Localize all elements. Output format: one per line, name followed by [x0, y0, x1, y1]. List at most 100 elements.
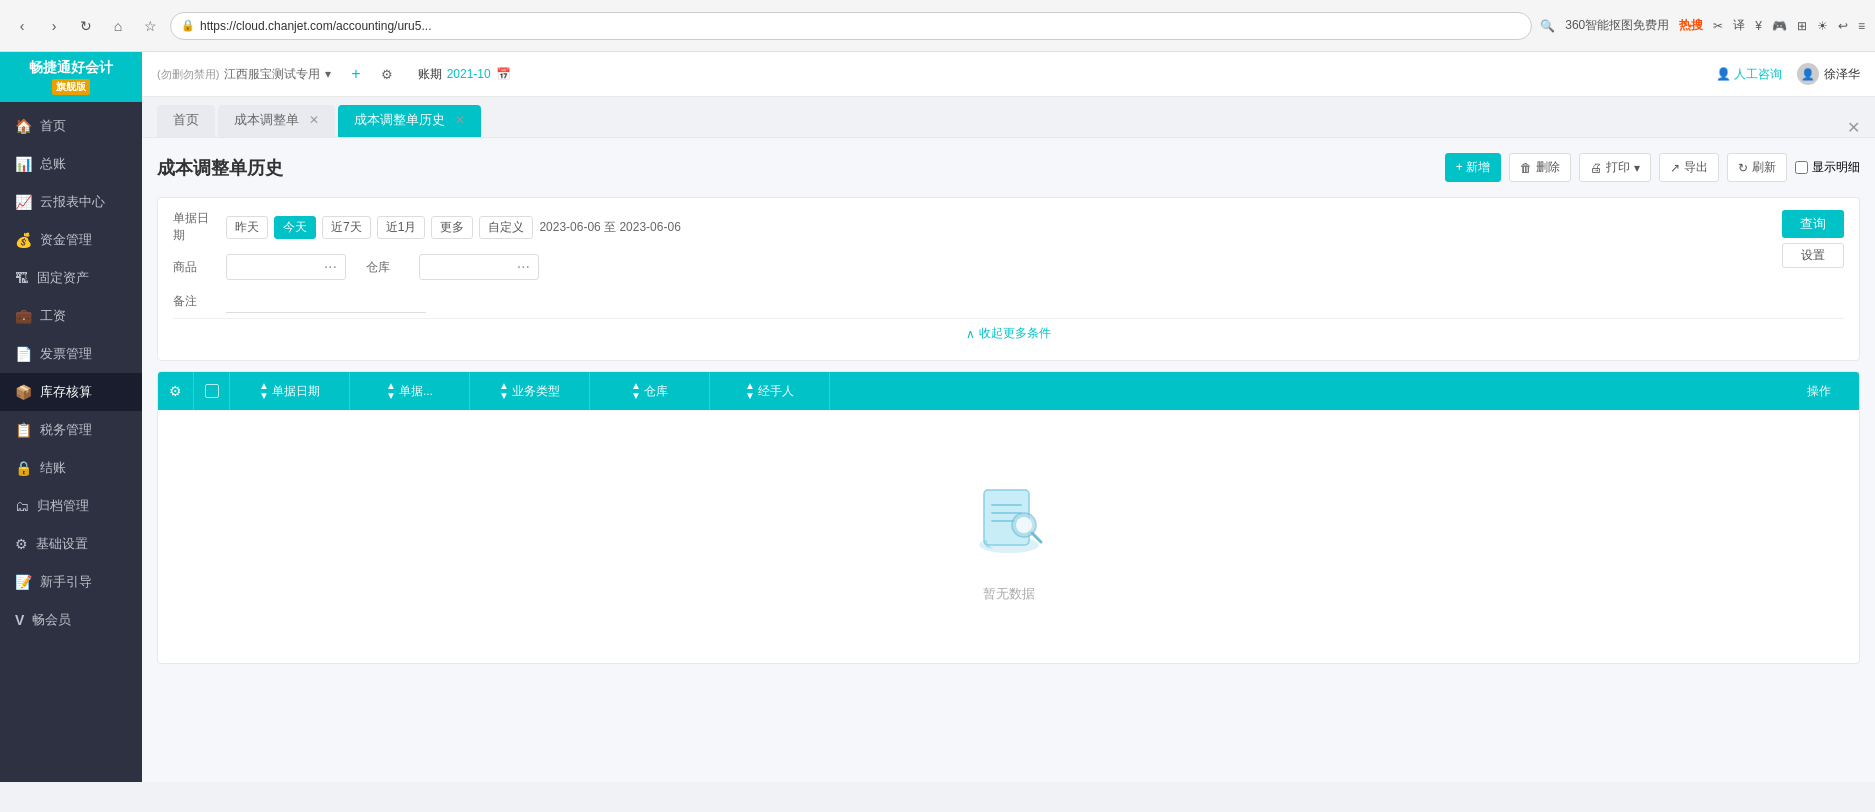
sidebar-item-label: 畅会员	[32, 611, 71, 629]
new-button[interactable]: + 新增	[1445, 153, 1501, 182]
warehouse-select[interactable]: ···	[419, 254, 539, 280]
page-title-bar: 成本调整单历史 + 新增 🗑 删除 🖨 打印 ▾ ↗ 导出	[157, 153, 1860, 182]
display-toggle-label: 显示明细	[1812, 159, 1860, 176]
avatar-icon: 👤	[1797, 63, 1819, 85]
tab-cost-adjust-history[interactable]: 成本调整单历史 ✕	[338, 105, 481, 137]
sidebar-item-label: 结账	[40, 459, 66, 477]
header-right: 👤 人工咨询 👤 徐泽华	[1716, 63, 1860, 85]
add-company-button[interactable]: +	[346, 65, 365, 83]
refresh-label: 刷新	[1752, 159, 1776, 176]
date-btn-custom[interactable]: 自定义	[479, 216, 533, 239]
sidebar-item-invoice[interactable]: 📄 发票管理	[0, 335, 142, 373]
date-col-label: 单据日期	[272, 383, 320, 400]
sidebar-item-vip[interactable]: V 畅会员	[0, 601, 142, 639]
sidebar-item-salary[interactable]: 💼 工资	[0, 297, 142, 335]
sidebar-item-archive[interactable]: 🗂 归档管理	[0, 487, 142, 525]
vip-icon: V	[15, 612, 24, 628]
browser-chrome: ‹ › ↻ ⌂ ☆ 🔒 https://cloud.chanjet.com/ac…	[0, 0, 1875, 52]
svg-point-7	[1016, 517, 1032, 533]
sidebar-item-inventory[interactable]: 📦 库存核算	[0, 373, 142, 411]
delete-button[interactable]: 🗑 删除	[1509, 153, 1571, 182]
operator-sort-icon: ▲▼	[745, 381, 755, 401]
sidebar-item-tax[interactable]: 📋 税务管理	[0, 411, 142, 449]
chevron-up-icon: ∧	[966, 327, 975, 341]
query-button[interactable]: 查询	[1782, 210, 1844, 238]
invoice-icon: 📄	[15, 346, 32, 362]
empty-text-label: 暂无数据	[983, 585, 1035, 603]
sidebar-item-home[interactable]: 🏠 首页	[0, 107, 142, 145]
sidebar-item-funds[interactable]: 💰 资金管理	[0, 221, 142, 259]
close-accounts-icon: 🔒	[15, 460, 32, 476]
table-date-header[interactable]: ▲▼ 单据日期	[230, 372, 350, 410]
setup-button[interactable]: 设置	[1782, 243, 1844, 268]
back-button[interactable]: ‹	[10, 14, 34, 38]
delete-label: 删除	[1536, 159, 1560, 176]
data-table: ⚙ ▲▼ 单据日期 ▲▼ 单据... ▲▼ 业务类型	[157, 371, 1860, 664]
refresh-button[interactable]: ↻	[74, 14, 98, 38]
table-operations-header: 操作	[1779, 372, 1859, 410]
display-toggle[interactable]: 显示明细	[1795, 159, 1860, 176]
app-header: (勿删勿禁用) 江西服宝测试专用 ▾ + ⚙ 账期 2021-10 📅 👤 人工…	[142, 52, 1875, 97]
date-btn-more[interactable]: 更多	[431, 216, 473, 239]
user-info[interactable]: 👤 徐泽华	[1797, 63, 1860, 85]
export-label: 导出	[1684, 159, 1708, 176]
sidebar-item-label: 税务管理	[40, 421, 92, 439]
note-input[interactable]	[226, 290, 426, 313]
page-body: 成本调整单历史 + 新增 🗑 删除 🖨 打印 ▾ ↗ 导出	[142, 138, 1875, 782]
table-gear-icon: ⚙	[169, 383, 182, 399]
period-label: 账期	[418, 66, 442, 83]
sidebar-item-label: 库存核算	[40, 383, 92, 401]
refresh-button[interactable]: ↻ 刷新	[1727, 153, 1787, 182]
print-dropdown-icon: ▾	[1634, 161, 1640, 175]
sidebar-item-label: 工资	[40, 307, 66, 325]
bookmark-button[interactable]: ☆	[138, 14, 162, 38]
export-button[interactable]: ↗ 导出	[1659, 153, 1719, 182]
table-settings-cell[interactable]: ⚙	[158, 372, 194, 410]
address-bar[interactable]: 🔒 https://cloud.chanjet.com/accounting/u…	[170, 12, 1532, 40]
service-button[interactable]: 👤 人工咨询	[1716, 66, 1782, 83]
date-sort-icon: ▲▼	[259, 381, 269, 401]
forward-button[interactable]: ›	[42, 14, 66, 38]
scissors-icon: ✂	[1713, 19, 1723, 33]
tab-cost-adjust[interactable]: 成本调整单 ✕	[218, 105, 335, 137]
date-btn-1month[interactable]: 近1月	[377, 216, 426, 239]
date-btn-7days[interactable]: 近7天	[322, 216, 371, 239]
goods-select[interactable]: ···	[226, 254, 346, 280]
table-biztype-header[interactable]: ▲▼ 业务类型	[470, 372, 590, 410]
assets-icon: 🏗	[15, 270, 29, 286]
undo-icon: ↩	[1838, 19, 1848, 33]
settings-gear-icon[interactable]: ⚙	[381, 67, 393, 82]
company-selector[interactable]: (勿删勿禁用) 江西服宝测试专用 ▾	[157, 66, 331, 83]
warehouse-sort-icon: ▲▼	[631, 381, 641, 401]
print-button[interactable]: 🖨 打印 ▾	[1579, 153, 1651, 182]
date-btn-today[interactable]: 今天	[274, 216, 316, 239]
select-all-checkbox[interactable]	[205, 384, 219, 398]
empty-illustration	[959, 470, 1059, 570]
tab-home[interactable]: 首页	[157, 105, 215, 137]
ssl-icon: 🔒	[181, 19, 195, 32]
sidebar-item-ledger[interactable]: 📊 总账	[0, 145, 142, 183]
search-label: 360智能抠图免费用	[1565, 17, 1669, 34]
table-docnum-header[interactable]: ▲▼ 单据...	[350, 372, 470, 410]
display-toggle-checkbox[interactable]	[1795, 161, 1808, 174]
sidebar-item-assets[interactable]: 🏗 固定资产	[0, 259, 142, 297]
tab-close-all-button[interactable]: ✕	[1847, 118, 1860, 137]
sidebar-item-reports[interactable]: 📈 云报表中心	[0, 183, 142, 221]
sidebar-item-guide[interactable]: 📝 新手引导	[0, 563, 142, 601]
home-button[interactable]: ⌂	[106, 14, 130, 38]
table-warehouse-header[interactable]: ▲▼ 仓库	[590, 372, 710, 410]
sidebar-item-settings[interactable]: ⚙ 基础设置	[0, 525, 142, 563]
tab-cost-adjust-close[interactable]: ✕	[309, 113, 319, 127]
operations-col-label: 操作	[1807, 383, 1831, 400]
tab-cost-adjust-history-close[interactable]: ✕	[455, 113, 465, 127]
filter-notes-row: 备注	[173, 290, 1767, 313]
date-btn-yesterday[interactable]: 昨天	[226, 216, 268, 239]
goods-dots: ···	[324, 259, 337, 275]
tax-icon: 📋	[15, 422, 32, 438]
ledger-icon: 📊	[15, 156, 32, 172]
table-operator-header[interactable]: ▲▼ 经手人	[710, 372, 830, 410]
sidebar-item-close-accounts[interactable]: 🔒 结账	[0, 449, 142, 487]
table-checkbox-cell[interactable]	[194, 372, 230, 410]
period-selector[interactable]: 账期 2021-10 📅	[418, 66, 511, 83]
collapse-button[interactable]: ∧ 收起更多条件	[173, 319, 1844, 348]
